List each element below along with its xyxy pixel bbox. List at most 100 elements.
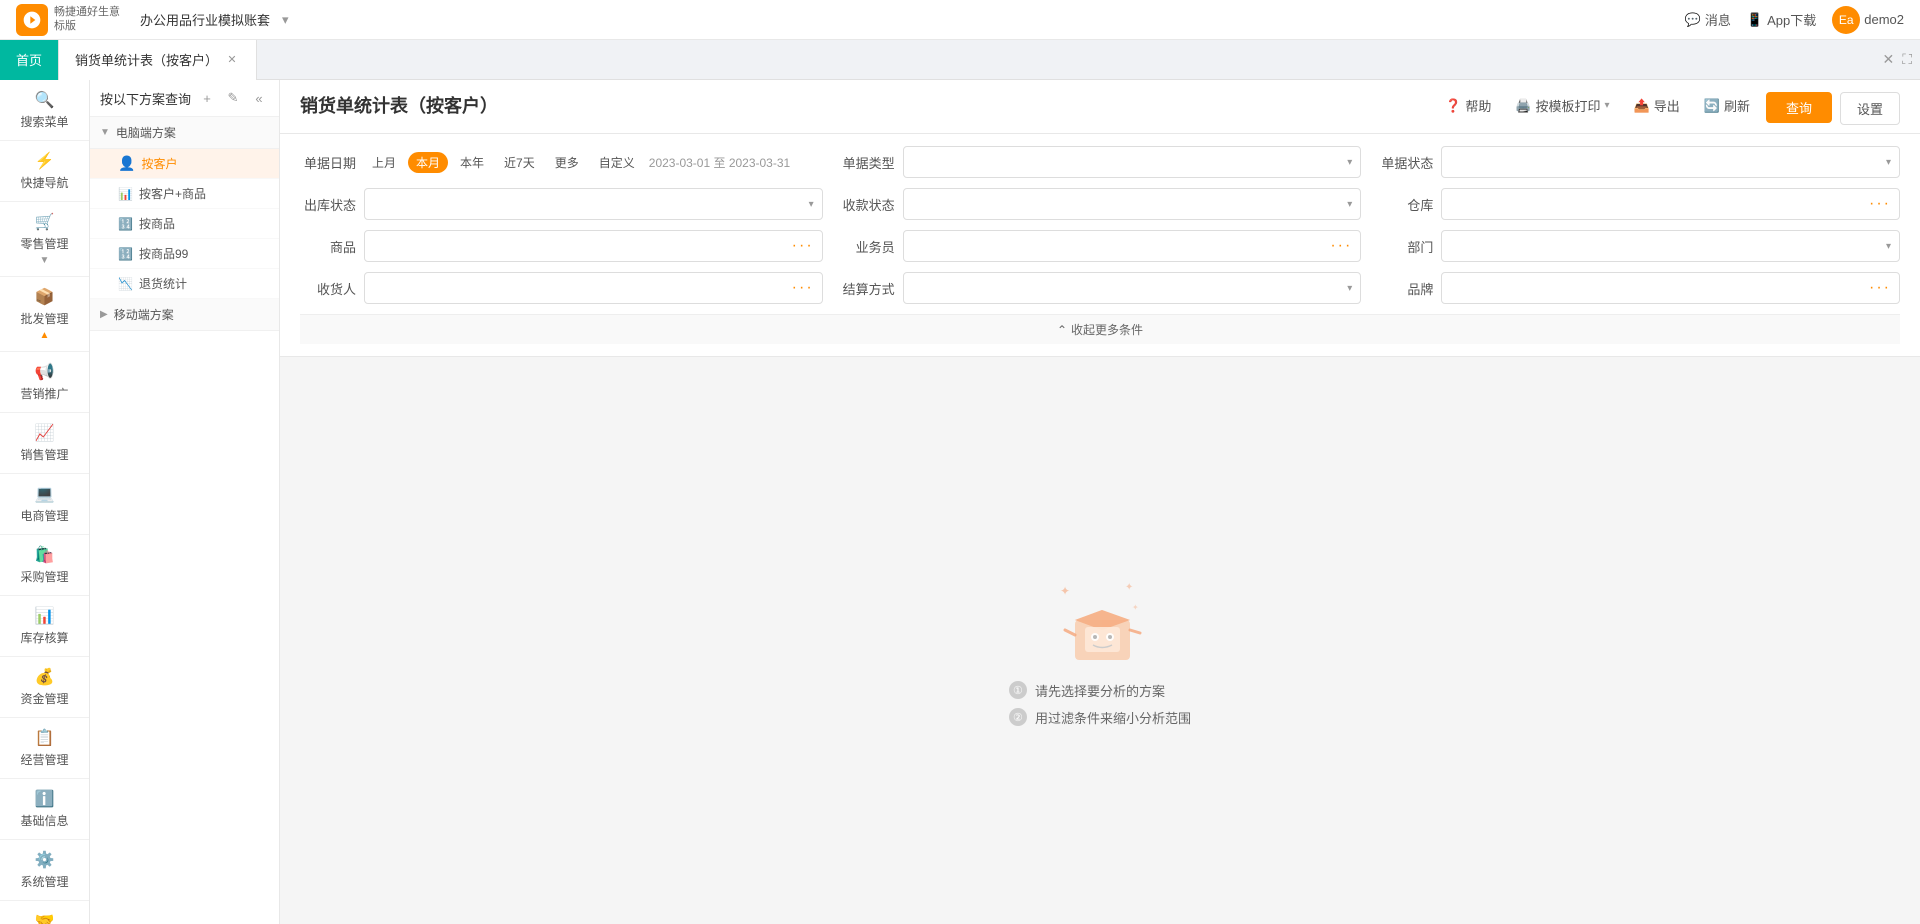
- user-menu[interactable]: Ea demo2: [1832, 6, 1904, 34]
- bill-type-filter-cell: 单据类型 ▾: [839, 146, 1362, 178]
- product-select[interactable]: ···: [364, 230, 823, 262]
- by-customer-label: 按客户: [141, 155, 177, 172]
- scheme-item-by-customer[interactable]: 👤 按客户: [90, 149, 279, 179]
- refresh-btn[interactable]: 🔄 刷新: [1696, 92, 1758, 119]
- sidebar-item-system[interactable]: ⚙️ 系统管理: [0, 840, 89, 901]
- receipt-status-select[interactable]: ▾: [903, 188, 1362, 220]
- dept-filter-cell: 部门 ▾: [1377, 230, 1900, 262]
- sales-icon: 📈: [35, 423, 55, 443]
- scheme-item-by-customer-product[interactable]: 📊 按客户+商品: [90, 179, 279, 209]
- retail-toggle: ▼: [40, 255, 50, 266]
- collapse-text: 收起更多条件: [1071, 321, 1143, 338]
- template-print-btn[interactable]: 🖨️ 按模板打印 ▾: [1507, 92, 1617, 119]
- out-status-select[interactable]: ▾: [364, 188, 823, 220]
- sidebar-item-finance[interactable]: 💰 资金管理: [0, 657, 89, 718]
- consignee-select[interactable]: ···: [364, 272, 823, 304]
- date-tab-prev-month[interactable]: 上月: [364, 152, 404, 173]
- settings-button[interactable]: 设置: [1840, 92, 1900, 125]
- sidebar-item-inventory[interactable]: 📊 库存核算: [0, 596, 89, 657]
- warehouse-select[interactable]: ···: [1441, 188, 1900, 220]
- settlement-select[interactable]: ▾: [903, 272, 1362, 304]
- bill-status-select[interactable]: ▾: [1441, 146, 1900, 178]
- receipt-status-label: 收款状态: [839, 195, 895, 214]
- sidebar-item-search-menu[interactable]: 🔍 搜索菜单: [0, 80, 89, 141]
- sidebar-item-quick-nav[interactable]: ⚡ 快捷导航: [0, 141, 89, 202]
- search-menu-icon: 🔍: [35, 90, 55, 110]
- brand-select[interactable]: ···: [1441, 272, 1900, 304]
- warehouse-label: 仓库: [1377, 195, 1433, 214]
- sidebar-item-marketing[interactable]: 📢 营销推广: [0, 352, 89, 413]
- maximize-window-icon[interactable]: ⛶: [1902, 51, 1912, 68]
- product-dots: ···: [792, 237, 814, 255]
- mobile-group-header[interactable]: ▶ 移动端方案: [90, 299, 279, 331]
- desktop-group-header[interactable]: ▼ 电脑端方案: [90, 117, 279, 149]
- salesperson-select[interactable]: ···: [903, 230, 1362, 262]
- query-button[interactable]: 查询: [1766, 92, 1832, 123]
- sidebar-item-wholesale[interactable]: 📦 批发管理 ▲: [0, 277, 89, 352]
- home-tab-label: 首页: [16, 50, 42, 69]
- warehouse-dots: ···: [1869, 195, 1891, 213]
- date-tabs-group: 上月 本月 本年 近7天 更多 自定义 2023-03-01 至 2023-03…: [364, 152, 823, 173]
- tab-home[interactable]: 首页: [0, 40, 59, 80]
- wholesale-icon: 📦: [35, 287, 55, 307]
- export-btn[interactable]: 📤 导出: [1626, 92, 1688, 119]
- date-tab-more[interactable]: 更多: [547, 152, 587, 173]
- sidebar-item-ecommerce[interactable]: 💻 电商管理: [0, 474, 89, 535]
- sidebar-item-operations[interactable]: 📋 经营管理: [0, 718, 89, 779]
- help-btn[interactable]: ❓ 帮助: [1437, 92, 1499, 119]
- add-scheme-btn[interactable]: +: [197, 88, 217, 108]
- scheme-header-actions: + ✎ «: [197, 88, 269, 108]
- svg-text:✦: ✦: [1060, 584, 1070, 598]
- bill-type-label: 单据类型: [839, 153, 895, 172]
- dept-label: 部门: [1377, 237, 1433, 256]
- date-tab-this-month[interactable]: 本月: [408, 152, 448, 173]
- tab-close-icon[interactable]: ✕: [224, 52, 240, 68]
- empty-tips: ① 请先选择要分析的方案 ② 用过滤条件来缩小分析范围: [1009, 681, 1191, 727]
- tab-sales-stat[interactable]: 销货单统计表（按客户） ✕: [59, 40, 257, 80]
- tab-maximize-actions: ✕ ⛶: [1882, 51, 1912, 68]
- date-tab-this-year[interactable]: 本年: [452, 152, 492, 173]
- collapse-up-icon: ⌃: [1057, 323, 1067, 337]
- sidebar-item-basic-info[interactable]: ℹ️ 基础信息: [0, 779, 89, 840]
- retail-icon: 🛒: [35, 212, 55, 232]
- mobile-group-arrow: ▶: [100, 309, 108, 320]
- by-customer-product-label: 按客户+商品: [139, 185, 206, 202]
- out-status-label: 出库状态: [300, 195, 356, 214]
- basic-info-icon: ℹ️: [35, 789, 55, 809]
- tip-text-1: 请先选择要分析的方案: [1035, 681, 1165, 700]
- receipt-status-filter-cell: 收款状态 ▾: [839, 188, 1362, 220]
- close-window-icon[interactable]: ✕: [1882, 51, 1894, 68]
- sidebar-item-sales[interactable]: 📈 销售管理: [0, 413, 89, 474]
- scheme-item-by-product-99[interactable]: 🔢 按商品99: [90, 239, 279, 269]
- filter-row-2: 出库状态 ▾ 收款状态 ▾ 仓库: [300, 188, 1900, 220]
- date-tab-custom[interactable]: 自定义: [591, 152, 643, 173]
- date-filter-input: 上月 本月 本年 近7天 更多 自定义 2023-03-01 至 2023-03…: [364, 152, 823, 173]
- sidebar-item-enterprise[interactable]: 🤝 企业协同: [0, 901, 89, 924]
- svg-text:✦: ✦: [1125, 582, 1133, 593]
- mobile-scheme-group: ▶ 移动端方案: [90, 299, 279, 331]
- bill-status-arrow: ▾: [1886, 157, 1891, 168]
- message-action[interactable]: 💬 消息: [1685, 10, 1731, 29]
- dept-arrow: ▾: [1886, 241, 1891, 252]
- system-dropdown-arrow[interactable]: ▾: [282, 12, 289, 28]
- bill-type-select[interactable]: ▾: [903, 146, 1362, 178]
- salesperson-label: 业务员: [839, 237, 895, 256]
- empty-tip-1: ① 请先选择要分析的方案: [1009, 681, 1191, 700]
- sidebar-item-purchase[interactable]: 🛍️ 采购管理: [0, 535, 89, 596]
- sidebar-item-retail[interactable]: 🛒 零售管理 ▼: [0, 202, 89, 277]
- collapse-filter-btn[interactable]: ⌃ 收起更多条件: [300, 314, 1900, 344]
- date-tab-7days[interactable]: 近7天: [496, 152, 543, 173]
- collapse-scheme-btn[interactable]: «: [249, 88, 269, 108]
- scheme-header: 按以下方案查询 + ✎ «: [90, 80, 279, 117]
- system-title[interactable]: 办公用品行业模拟账套: [140, 10, 270, 29]
- edit-scheme-btn[interactable]: ✎: [223, 88, 243, 108]
- scheme-item-by-product[interactable]: 🔢 按商品: [90, 209, 279, 239]
- empty-state: ✦ ✦ ✦ ① 请先选择要分析的方案 ② 用过滤条件来缩小分析范围: [1009, 555, 1191, 727]
- tip-num-2: ②: [1009, 708, 1027, 726]
- app-download-action[interactable]: 📱 App下载: [1747, 10, 1816, 29]
- svg-text:✦: ✦: [1132, 603, 1139, 612]
- filter-row-3: 商品 ··· 业务员 ··· 部门: [300, 230, 1900, 262]
- filter-row-1: 单据日期 上月 本月 本年 近7天 更多 自定义: [300, 146, 1900, 178]
- scheme-item-return-stat[interactable]: 📉 退货统计: [90, 269, 279, 299]
- dept-select[interactable]: ▾: [1441, 230, 1900, 262]
